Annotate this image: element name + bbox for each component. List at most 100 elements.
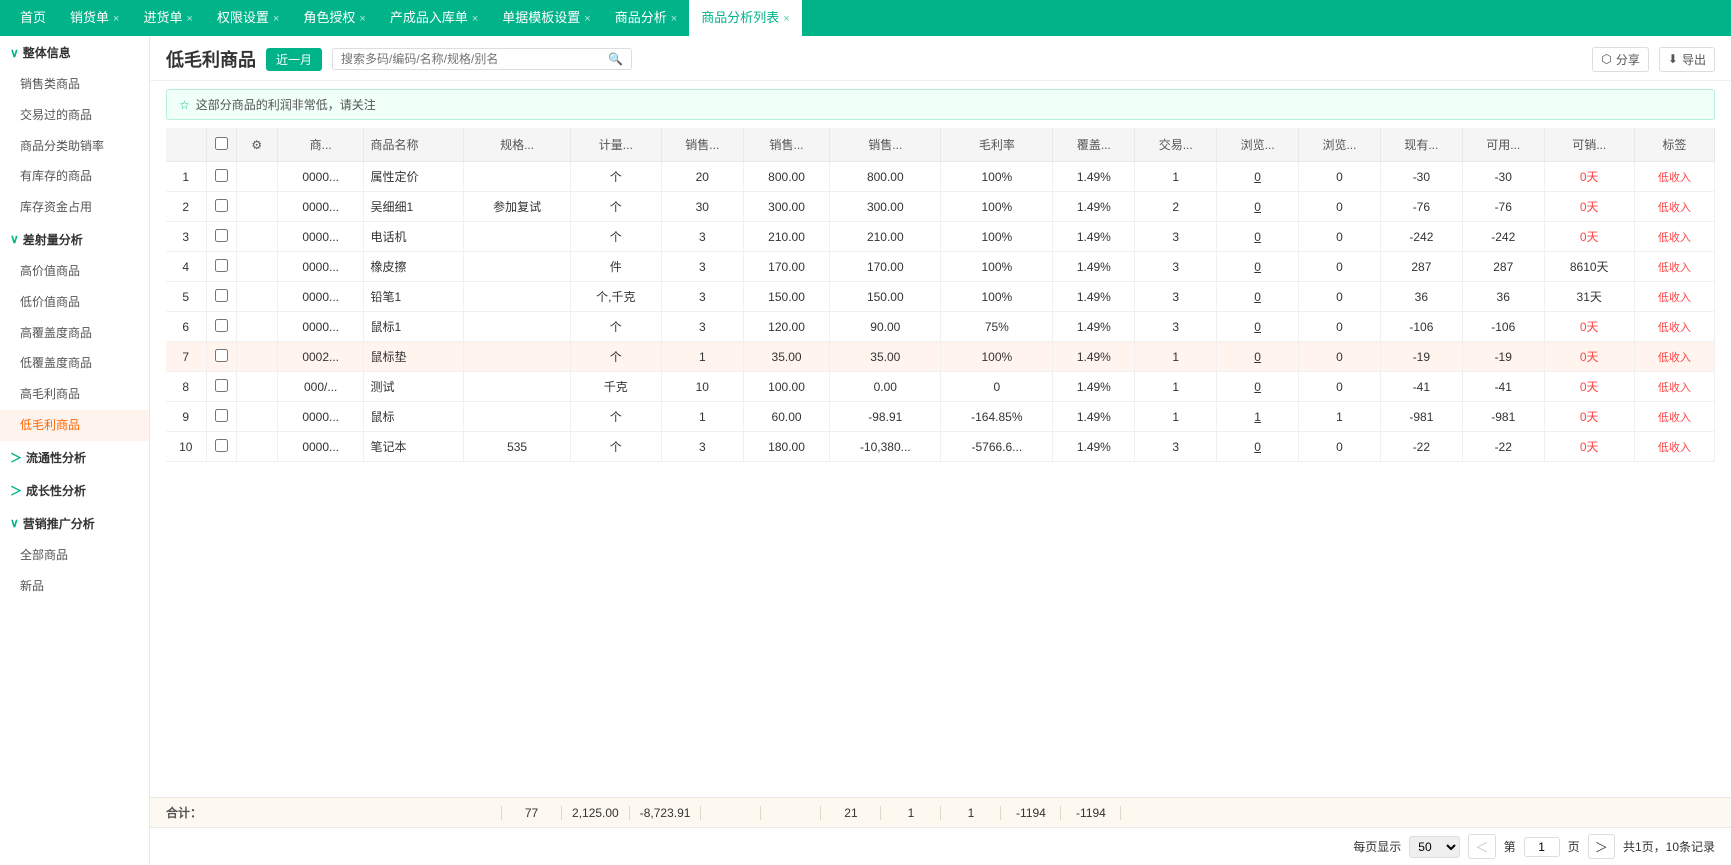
sidebar-item-high-profit[interactable]: 高毛利商品 — [0, 379, 149, 410]
export-button[interactable]: ⬇ 导出 — [1659, 47, 1715, 72]
row-checkbox[interactable] — [215, 259, 228, 272]
cell-code: 000/... — [277, 372, 364, 402]
row-checkbox[interactable] — [215, 349, 228, 362]
row-checkbox[interactable] — [215, 289, 228, 302]
sidebar-item-high-coverage[interactable]: 高覆盖度商品 — [0, 318, 149, 349]
page-number-input[interactable] — [1524, 837, 1560, 857]
table-row: 6 0000... 鼠标1 个 3 120.00 90.00 75% 1.49%… — [166, 312, 1715, 342]
sidebar-item-sales-goods[interactable]: 销售类商品 — [0, 69, 149, 100]
col-settings-header[interactable]: ⚙ — [236, 128, 277, 162]
cell-cover-rate: 1.49% — [1053, 192, 1135, 222]
main-layout: ∨ 整体信息 销售类商品 交易过的商品 商品分类助销率 有库存的商品 库存资金占… — [0, 36, 1731, 865]
col-trade-header[interactable]: 交易... — [1135, 128, 1217, 162]
cell-check[interactable] — [206, 402, 236, 432]
sidebar-item-low-coverage[interactable]: 低覆盖度商品 — [0, 348, 149, 379]
search-icon[interactable]: 🔍 — [608, 52, 623, 66]
nav-product-analysis-list[interactable]: 商品分析列表× — [689, 0, 801, 36]
cell-browse1[interactable]: 0 — [1217, 372, 1299, 402]
row-checkbox[interactable] — [215, 199, 228, 212]
col-code-header[interactable]: 商... — [277, 128, 364, 162]
next-page-button[interactable]: ＞ — [1588, 834, 1615, 859]
cell-browse1[interactable]: 1 — [1217, 402, 1299, 432]
cell-browse1[interactable]: 0 — [1217, 222, 1299, 252]
sidebar-item-traded-goods[interactable]: 交易过的商品 — [0, 100, 149, 131]
cell-saleable: 0天 — [1544, 222, 1634, 252]
col-available-header[interactable]: 可用... — [1462, 128, 1544, 162]
cell-trade: 3 — [1135, 222, 1217, 252]
cell-available: -41 — [1462, 372, 1544, 402]
select-all-checkbox[interactable] — [215, 137, 228, 150]
col-spec-header[interactable]: 规格... — [464, 128, 570, 162]
sidebar-group-overall[interactable]: ∨ 整体信息 — [0, 36, 149, 69]
col-browse1-header[interactable]: 浏览... — [1217, 128, 1299, 162]
per-page-select[interactable]: 50 20 100 — [1409, 836, 1460, 858]
col-unit-header[interactable]: 计量... — [570, 128, 661, 162]
nav-role-auth[interactable]: 角色授权× — [291, 0, 377, 36]
row-checkbox[interactable] — [215, 439, 228, 452]
nav-product-inbound[interactable]: 产成品入库单× — [378, 0, 490, 36]
cell-check[interactable] — [206, 252, 236, 282]
cell-check[interactable] — [206, 372, 236, 402]
cell-browse1[interactable]: 0 — [1217, 162, 1299, 192]
cell-spec — [464, 342, 570, 372]
cell-browse1[interactable]: 0 — [1217, 282, 1299, 312]
cell-check[interactable] — [206, 162, 236, 192]
footer-empty — [222, 806, 502, 820]
sidebar-item-low-profit[interactable]: 低毛利商品 — [0, 410, 149, 441]
settings-icon[interactable]: ⚙ — [251, 138, 262, 152]
col-saleable-header[interactable]: 可销... — [1544, 128, 1634, 162]
sidebar-group-growth[interactable]: ＞ 成长性分析 — [0, 474, 149, 507]
row-checkbox[interactable] — [215, 169, 228, 182]
cell-check[interactable] — [206, 282, 236, 312]
share-button[interactable]: ⬡ 分享 — [1592, 47, 1649, 72]
row-checkbox[interactable] — [215, 379, 228, 392]
sidebar-group-circulation[interactable]: ＞ 流通性分析 — [0, 441, 149, 474]
cell-browse1[interactable]: 0 — [1217, 312, 1299, 342]
row-checkbox[interactable] — [215, 409, 228, 422]
col-name-header[interactable]: 商品名称 — [364, 128, 464, 162]
cell-browse1[interactable]: 0 — [1217, 432, 1299, 462]
cell-check[interactable] — [206, 192, 236, 222]
cell-gross-rate: 75% — [941, 312, 1053, 342]
col-current-header[interactable]: 现有... — [1380, 128, 1462, 162]
nav-template-settings[interactable]: 单据模板设置× — [490, 0, 602, 36]
col-browse2-header[interactable]: 浏览... — [1299, 128, 1381, 162]
nav-permission-settings[interactable]: 权限设置× — [205, 0, 291, 36]
cell-gross-rate: 100% — [941, 282, 1053, 312]
cell-check[interactable] — [206, 432, 236, 462]
table-header-row: ⚙ 商... 商品名称 规格... 计量... 销售... 销售... 销售..… — [166, 128, 1715, 162]
cell-check[interactable] — [206, 312, 236, 342]
row-checkbox[interactable] — [215, 229, 228, 242]
cell-name: 笔记本 — [364, 432, 464, 462]
cell-browse1[interactable]: 0 — [1217, 192, 1299, 222]
cell-num: 1 — [166, 162, 206, 192]
nav-sales-order[interactable]: 销货单× — [58, 0, 131, 36]
cell-trade: 3 — [1135, 432, 1217, 462]
sidebar-group-scatter[interactable]: ∨ 差射量分析 — [0, 223, 149, 256]
cell-check[interactable] — [206, 222, 236, 252]
sidebar-item-new-goods[interactable]: 新品 — [0, 571, 149, 602]
nav-home[interactable]: 首页 — [8, 0, 58, 36]
sidebar-item-all-goods[interactable]: 全部商品 — [0, 540, 149, 571]
cell-browse2: 0 — [1299, 342, 1381, 372]
filter-button[interactable]: 近一月 — [266, 48, 322, 71]
sidebar-item-stock-goods[interactable]: 有库存的商品 — [0, 161, 149, 192]
nav-purchase-order[interactable]: 进货单× — [131, 0, 204, 36]
col-cover-rate-header[interactable]: 覆盖... — [1053, 128, 1135, 162]
col-amount-header[interactable]: 销售... — [743, 128, 830, 162]
cell-check[interactable] — [206, 342, 236, 372]
col-profit-header[interactable]: 销售... — [830, 128, 941, 162]
col-qty-header[interactable]: 销售... — [661, 128, 743, 162]
search-input[interactable] — [341, 52, 608, 66]
sidebar-group-marketing[interactable]: ∨ 营销推广分析 — [0, 507, 149, 540]
sidebar-item-capital[interactable]: 库存资金占用 — [0, 192, 149, 223]
col-gross-rate-header[interactable]: 毛利率 — [941, 128, 1053, 162]
prev-page-button[interactable]: ＜ — [1468, 834, 1495, 859]
cell-browse1[interactable]: 0 — [1217, 342, 1299, 372]
sidebar-item-category-rate[interactable]: 商品分类助销率 — [0, 131, 149, 162]
row-checkbox[interactable] — [215, 319, 228, 332]
sidebar-item-low-value[interactable]: 低价值商品 — [0, 287, 149, 318]
sidebar-item-high-value[interactable]: 高价值商品 — [0, 256, 149, 287]
nav-product-analysis[interactable]: 商品分析× — [603, 0, 689, 36]
cell-browse1[interactable]: 0 — [1217, 252, 1299, 282]
